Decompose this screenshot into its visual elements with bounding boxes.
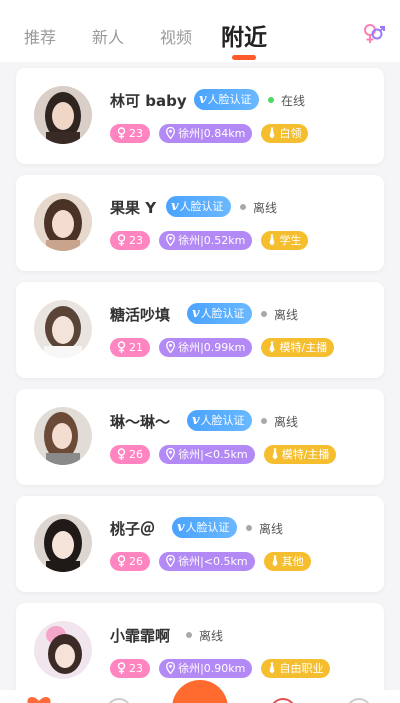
offline-dot-icon xyxy=(240,204,246,210)
occupation-tag: 模特/主播 xyxy=(263,445,337,464)
location-pin-icon xyxy=(166,661,176,675)
female-icon xyxy=(117,234,126,246)
offline-dot-icon xyxy=(246,525,252,531)
female-icon xyxy=(117,448,126,460)
active-tab-indicator xyxy=(232,55,256,60)
user-name: 林可 baby xyxy=(110,92,187,110)
age-tag: 23 xyxy=(110,124,150,143)
verified-v-icon: v xyxy=(177,520,185,535)
offline-dot-icon xyxy=(261,418,267,424)
location-pin-icon xyxy=(166,340,176,354)
occupation-tag: 其他 xyxy=(263,552,311,571)
tie-icon xyxy=(269,127,275,139)
tab-new[interactable]: 新人 xyxy=(92,24,124,48)
user-card[interactable]: 林可 baby v人脸认证 在线 23 徐州|0.84km 白领 xyxy=(16,68,384,164)
user-card[interactable]: 果果 Y v人脸认证 离线 23 徐州|0.52km 学生 xyxy=(16,175,384,271)
location-pin-icon xyxy=(166,554,176,568)
user-name: 果果 Y xyxy=(110,199,157,217)
age-tag: 23 xyxy=(110,659,150,678)
verified-v-icon: v xyxy=(171,199,179,214)
online-status: 离线 xyxy=(240,199,277,216)
tie-icon xyxy=(269,662,275,674)
location-tag: 徐州|<0.5km xyxy=(159,445,255,464)
online-dot-icon xyxy=(268,97,274,103)
user-name: 糖活吵填 xyxy=(110,306,171,324)
user-tags: 21 徐州|0.99km 模特/主播 xyxy=(110,338,338,358)
occupation-tag: 模特/主播 xyxy=(261,338,335,357)
face-verified-badge: v人脸认证 xyxy=(166,196,231,217)
tab-recommend[interactable]: 推荐 xyxy=(24,24,56,48)
heart-nav-icon[interactable] xyxy=(26,696,52,703)
user-avatar[interactable] xyxy=(34,407,92,465)
gender-filter-icon[interactable] xyxy=(362,22,386,46)
location-pin-icon xyxy=(166,447,176,461)
occupation-tag: 自由职业 xyxy=(261,659,331,678)
tab-nearby[interactable]: 附近 xyxy=(221,18,267,52)
female-icon xyxy=(117,127,126,139)
age-tag: 26 xyxy=(110,445,150,464)
female-icon xyxy=(117,662,126,674)
tie-icon xyxy=(269,341,275,353)
face-verified-badge: v人脸认证 xyxy=(172,517,237,538)
user-avatar[interactable] xyxy=(34,86,92,144)
location-tag: 徐州|0.90km xyxy=(159,659,253,678)
user-avatar[interactable] xyxy=(34,621,92,679)
face-verified-badge: v人脸认证 xyxy=(194,89,259,110)
online-status: 离线 xyxy=(246,520,283,537)
user-tags: 26 徐州|<0.5km 模特/主播 xyxy=(110,445,340,465)
location-pin-icon xyxy=(166,126,176,140)
offline-dot-icon xyxy=(261,311,267,317)
user-avatar[interactable] xyxy=(34,514,92,572)
tie-icon xyxy=(269,234,275,246)
face-verified-badge: v人脸认证 xyxy=(187,303,252,324)
female-icon xyxy=(117,341,126,353)
user-tags: 26 徐州|<0.5km 其他 xyxy=(110,552,315,572)
occupation-tag: 白领 xyxy=(261,124,309,143)
location-tag: 徐州|0.99km xyxy=(159,338,253,357)
online-status: 离线 xyxy=(186,627,223,644)
occupation-tag: 学生 xyxy=(261,231,309,250)
tie-icon xyxy=(272,555,278,567)
location-tag: 徐州|<0.5km xyxy=(159,552,255,571)
user-avatar[interactable] xyxy=(34,300,92,358)
verified-v-icon: v xyxy=(199,92,207,107)
online-status: 离线 xyxy=(261,306,298,323)
user-tags: 23 徐州|0.52km 学生 xyxy=(110,231,312,251)
online-status: 在线 xyxy=(268,92,305,109)
user-card[interactable]: 桃子＠ v人脸认证 离线 26 徐州|<0.5km 其他 xyxy=(16,496,384,592)
tie-icon xyxy=(272,448,278,460)
user-name: 桃子＠ xyxy=(110,520,156,538)
user-name: 小霏霏啊 xyxy=(110,627,171,645)
location-pin-icon xyxy=(166,233,176,247)
location-tag: 徐州|0.52km xyxy=(159,231,253,250)
verified-v-icon: v xyxy=(192,306,200,321)
face-verified-badge: v人脸认证 xyxy=(187,410,252,431)
age-tag: 23 xyxy=(110,231,150,250)
top-tab-bar: 推荐 新人 视频 附近 xyxy=(0,0,400,62)
female-icon xyxy=(117,555,126,567)
user-card[interactable]: 琳～琳～ v人脸认证 离线 26 徐州|<0.5km 模特/主播 xyxy=(16,389,384,485)
user-avatar[interactable] xyxy=(34,193,92,251)
location-tag: 徐州|0.84km xyxy=(159,124,253,143)
user-card[interactable]: 糖活吵填 v人脸认证 离线 21 徐州|0.99km 模特/主播 xyxy=(16,282,384,378)
user-name: 琳～琳～ xyxy=(110,413,171,431)
tab-video[interactable]: 视频 xyxy=(160,24,192,48)
user-tags: 23 徐州|0.84km 白领 xyxy=(110,124,312,144)
verified-v-icon: v xyxy=(192,413,200,428)
age-tag: 21 xyxy=(110,338,150,357)
age-tag: 26 xyxy=(110,552,150,571)
user-tags: 23 徐州|0.90km 自由职业 xyxy=(110,659,334,679)
offline-dot-icon xyxy=(186,632,192,638)
online-status: 离线 xyxy=(261,413,298,430)
